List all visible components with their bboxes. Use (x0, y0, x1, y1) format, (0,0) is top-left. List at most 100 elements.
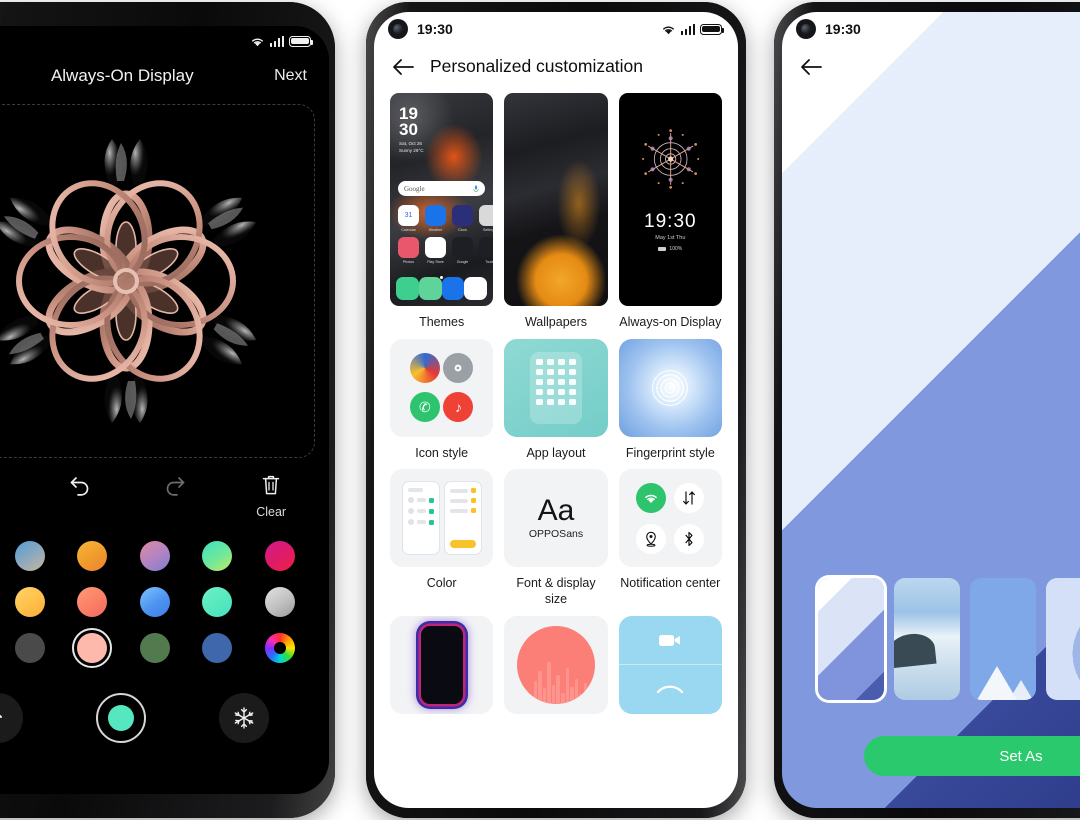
aod-preview-canvas[interactable] (0, 104, 315, 458)
color-swatch-silver-gray[interactable] (264, 587, 295, 617)
google-folder-icon (452, 237, 473, 258)
color-swatch-mint-green[interactable] (202, 587, 233, 617)
clear-label: Clear (256, 505, 287, 519)
clock-minutes: 30 (399, 120, 418, 140)
font-art: Aa OPPOSans (504, 469, 608, 568)
font-preview: Aa OPPOSans (504, 469, 608, 568)
color-swatch-orange-gradient[interactable] (77, 541, 108, 571)
tile-icon-style[interactable]: ✆ ♪ Icon style (390, 338, 494, 462)
color-swatch-magenta-red-gradient[interactable] (264, 541, 295, 571)
waveform-icon (517, 658, 595, 704)
back-arrow-icon[interactable] (392, 58, 414, 76)
tile-video-call[interactable] (618, 615, 722, 714)
color-swatch-steel-blue[interactable] (202, 633, 233, 663)
color-swatch-color-wheel[interactable] (264, 633, 295, 663)
status-bar: 19:30 (374, 12, 738, 46)
undo-button[interactable] (32, 474, 128, 505)
wallpaper-mountain[interactable] (970, 578, 1036, 700)
phone-left-always-on-display-editor: 19:30 cel Always-On Display Next (0, 2, 335, 818)
app-icon-item: Play Store (425, 237, 446, 264)
tile-label: App layout (526, 445, 586, 460)
random-button[interactable]: ndom (0, 474, 32, 519)
wallpaper-thumbnail-strip (782, 578, 1080, 700)
color-swatch-pink-blue-gradient[interactable] (139, 541, 170, 571)
tile-themes[interactable]: 19 30 Sat, Oct 26 Sunny 26°C Google 31 C… (390, 93, 494, 331)
video-call-preview (618, 615, 722, 714)
aod-nav-bar: cel Always-On Display Next (0, 56, 329, 100)
app-label: Settings (483, 228, 493, 232)
status-time: 19:30 (825, 21, 861, 37)
tile-fingerprint-style[interactable]: Fingerprint style (618, 338, 722, 462)
redo-button[interactable] (128, 474, 224, 505)
calendar-icon: 31 (398, 205, 419, 226)
font-sample: Aa (537, 494, 575, 528)
back-arrow-icon (801, 59, 822, 75)
tile-label: Color (426, 576, 457, 591)
wallpaper-thumb-art (970, 578, 1036, 700)
filled-circle-icon (107, 705, 134, 731)
photos-icon (398, 237, 419, 258)
icon-style-art: ✆ ♪ (390, 338, 494, 437)
browser-icon (441, 277, 465, 300)
next-button[interactable]: Next (274, 67, 307, 85)
phone-middle-screen: 19:30 Personalized customization 19 30 S… (374, 12, 738, 808)
brush-stroke-tool[interactable] (0, 693, 23, 743)
tile-font-display-size[interactable]: Aa OPPOSans Font & display size (504, 469, 608, 607)
weather-icon (425, 205, 446, 226)
kaleidoscope-artwork (0, 139, 256, 423)
color-swatch-azure-blue[interactable] (139, 587, 170, 617)
set-as-button[interactable]: Set As (864, 736, 1080, 776)
google-search-bar: Google (398, 181, 486, 196)
color-swatch-blue-tan-gradient[interactable] (14, 541, 45, 571)
app-icon-item: Weather (425, 205, 446, 232)
tile-label: Notification center (620, 576, 721, 591)
aod-preview: 19:30 May 1st Thu 100% (618, 93, 722, 306)
gallery-icon (409, 353, 440, 384)
edge-lighting-art (390, 615, 494, 714)
color-swatch-olive-green[interactable] (139, 633, 170, 663)
themes-preview: 19 30 Sat, Oct 26 Sunny 26°C Google 31 C… (390, 93, 494, 306)
battery-icon (700, 23, 725, 35)
tile-wallpapers[interactable]: Wallpapers (504, 93, 608, 331)
phone-right-screen: 19:30 Set As (782, 12, 1080, 808)
tile-ringtone[interactable] (504, 615, 608, 714)
status-icons (661, 23, 725, 35)
clear-button[interactable]: Clear (223, 474, 319, 519)
tile-edge-lighting[interactable] (390, 615, 494, 714)
color-preview (390, 469, 494, 568)
status-icons (250, 35, 314, 47)
tile-app-layout[interactable]: App layout (504, 338, 608, 462)
color-art (390, 469, 494, 568)
aod-battery-text: 100% (669, 246, 683, 252)
tile-label: Icon style (415, 445, 469, 460)
color-swatch-yellow-orange[interactable] (14, 587, 45, 617)
snowflake-tool[interactable] (218, 693, 269, 743)
hang-up-icon (619, 665, 722, 714)
ringtone-preview (504, 615, 608, 714)
wallpaper-cloudy-sky[interactable] (894, 578, 960, 700)
app-label: Clock (458, 228, 467, 232)
wallpaper-diagonal-blue[interactable] (818, 578, 884, 700)
color-swatch-dark-gray[interactable] (14, 633, 45, 663)
page-title: Personalized customization (430, 56, 644, 76)
color-dot-tool[interactable] (95, 693, 146, 743)
color-swatch-light-pink[interactable] (72, 628, 113, 668)
tile-notification-center[interactable]: Notification center (618, 469, 722, 607)
search-placeholder: Google (404, 184, 425, 193)
wallpaper-arc-blue[interactable] (1046, 578, 1080, 700)
tile-label: Wallpapers (524, 315, 588, 329)
camera-icon (464, 277, 488, 300)
tile-label: Always-on Display (619, 315, 722, 329)
back-button[interactable] (782, 46, 1080, 81)
tile-color[interactable]: Color (390, 469, 494, 607)
tile-label: Themes (419, 315, 465, 329)
tile-always-on-display[interactable]: 19:30 May 1st Thu 100% Always-on Display (618, 93, 722, 331)
abstract-wallpaper-art (504, 93, 608, 306)
preview-clock: 19 30 (399, 105, 418, 140)
customization-row: 19 30 Sat, Oct 26 Sunny 26°C Google 31 C… (390, 93, 722, 331)
color-swatch-coral-salmon[interactable] (77, 587, 108, 617)
bluetooth-icon (674, 523, 705, 554)
page-title: Always-On Display (50, 66, 194, 85)
mic-icon (473, 185, 479, 192)
color-swatch-green-yellow-gradient[interactable] (202, 541, 233, 571)
